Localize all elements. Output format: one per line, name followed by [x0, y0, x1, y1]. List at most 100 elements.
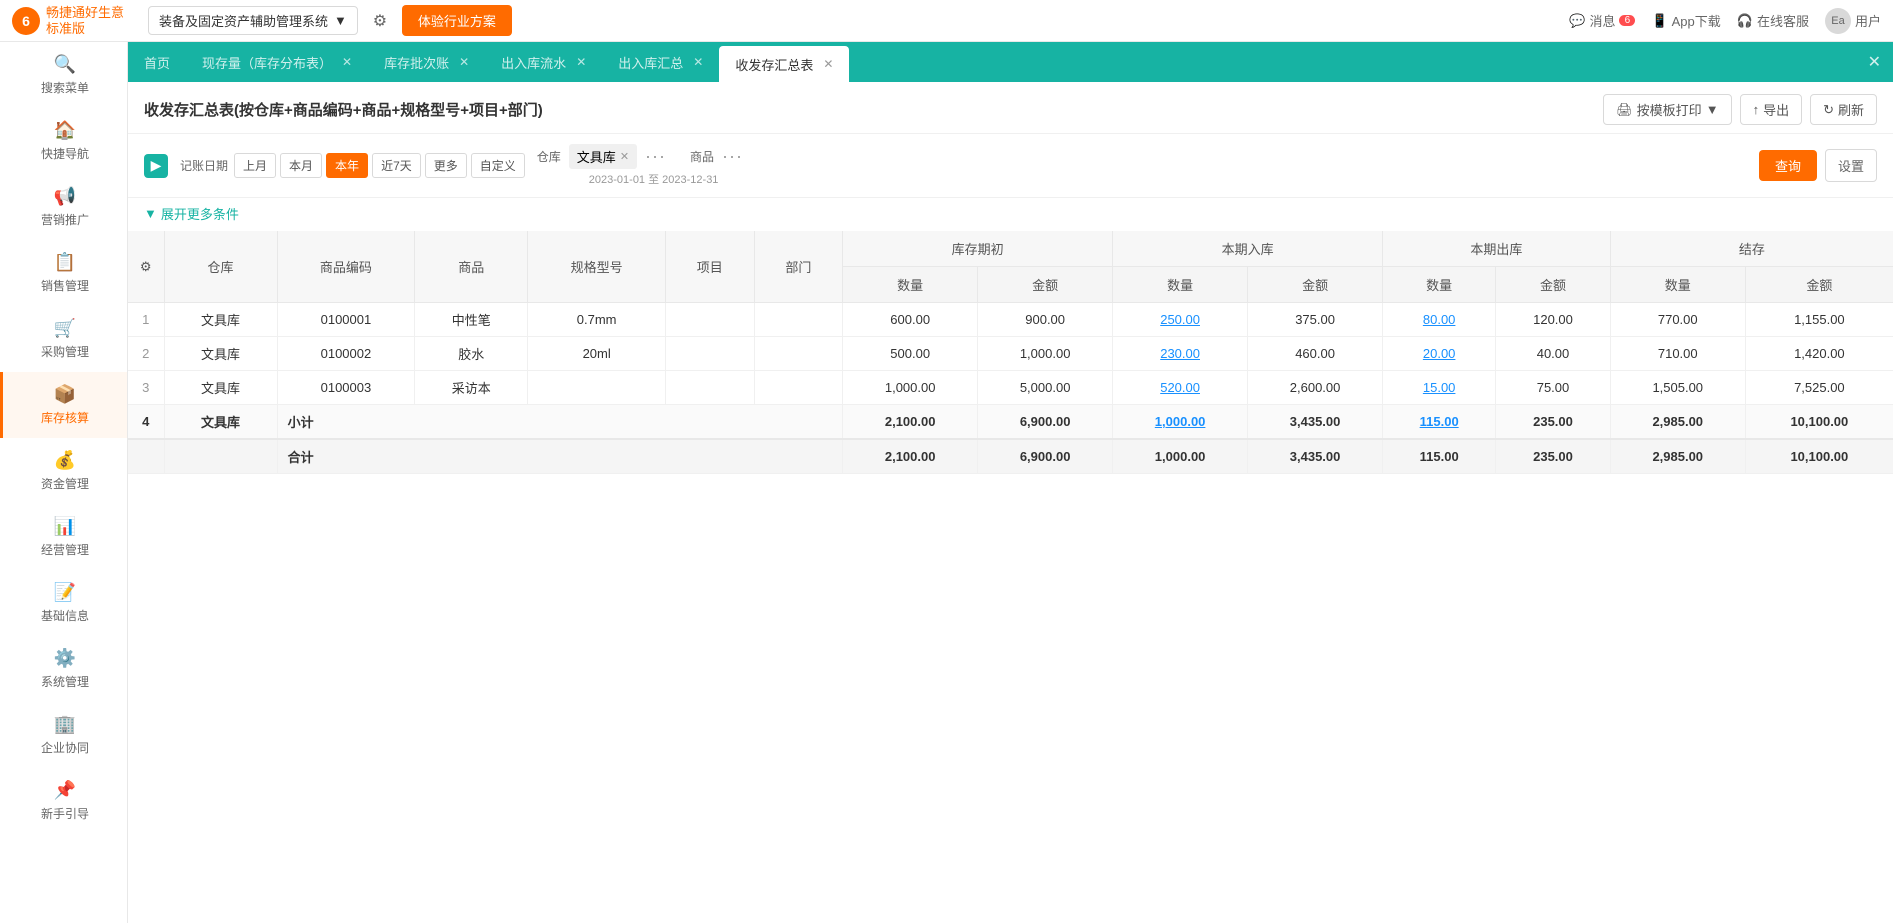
user-item[interactable]: Ea 用户: [1825, 8, 1881, 34]
total-bal-qty: 2,985.00: [1610, 439, 1745, 474]
row-out-qty[interactable]: 15.00: [1383, 371, 1496, 405]
phone-icon: 📱: [1651, 13, 1667, 29]
date-btn-last-month[interactable]: 上月: [234, 153, 276, 178]
sidebar-item-quick[interactable]: 🏠 快捷导航: [0, 108, 127, 174]
tab-batch[interactable]: 库存批次账 ✕: [368, 42, 485, 82]
tab-close-icon[interactable]: ✕: [693, 55, 703, 69]
filter-toggle-button[interactable]: ▶: [144, 154, 168, 178]
settings-button[interactable]: 设置: [1825, 149, 1877, 182]
tab-inout-flow[interactable]: 出入库流水 ✕: [485, 42, 602, 82]
chevron-down-icon: ▼: [1706, 102, 1719, 117]
export-button[interactable]: ↑ 导出: [1740, 94, 1803, 125]
row-in-qty[interactable]: 230.00: [1113, 337, 1248, 371]
page-header: 收发存汇总表(按仓库+商品编码+商品+规格型号+项目+部门) 🖨 按模板打印 ▼…: [128, 82, 1893, 134]
gear-button[interactable]: ⚙: [366, 7, 394, 35]
online-service-item[interactable]: 🎧 在线客服: [1737, 11, 1809, 30]
th-bal-qty: 数量: [1610, 267, 1745, 303]
date-btn-more[interactable]: 更多: [425, 153, 467, 178]
expand-icon: ▼: [144, 206, 157, 221]
sidebar-item-label: 销售管理: [41, 277, 89, 294]
tab-home[interactable]: 首页: [128, 42, 186, 82]
sidebar-item-inventory[interactable]: 📦 库存核算: [0, 372, 127, 438]
row-number: 1: [128, 303, 164, 337]
sidebar-item-basic[interactable]: 📝 基础信息: [0, 570, 127, 636]
expand-conditions-button[interactable]: ▼ 展开更多条件: [144, 204, 239, 223]
subtotal-row: 4 文具库 小计 2,100.00 6,900.00 1,000.00 3,43…: [128, 405, 1893, 440]
goods-filter-label: 商品: [690, 148, 714, 165]
sidebar-item-label: 企业协同: [41, 739, 89, 756]
row-open-amt: 1,000.00: [978, 337, 1113, 371]
total-in-qty: 1,000.00: [1113, 439, 1248, 474]
row-dept: [754, 337, 843, 371]
sidebar-item-corp[interactable]: 🏢 企业协同: [0, 702, 127, 768]
row-out-qty[interactable]: 80.00: [1383, 303, 1496, 337]
sidebar-item-search[interactable]: 🔍 搜索菜单: [0, 42, 127, 108]
date-btn-7days[interactable]: 近7天: [372, 153, 421, 178]
sidebar-item-purchase[interactable]: 🛒 采购管理: [0, 306, 127, 372]
th-goods-code: 商品编码: [277, 231, 415, 303]
sidebar-item-marketing[interactable]: 📢 营销推广: [0, 174, 127, 240]
date-btn-custom[interactable]: 自定义: [471, 153, 525, 178]
sidebar-item-finance[interactable]: 💰 资金管理: [0, 438, 127, 504]
headset-icon: 🎧: [1737, 13, 1753, 29]
warehouse-filter-more[interactable]: ···: [645, 146, 666, 167]
row-open-qty: 500.00: [843, 337, 978, 371]
tab-close-icon[interactable]: ✕: [342, 55, 352, 69]
chevron-down-icon: ▼: [334, 13, 347, 28]
logo-icon: 6: [12, 7, 40, 35]
total-bal-amt: 10,100.00: [1745, 439, 1893, 474]
date-btn-this-year[interactable]: 本年: [326, 153, 368, 178]
refresh-button[interactable]: ↻ 刷新: [1810, 94, 1877, 125]
row-in-amt: 2,600.00: [1248, 371, 1383, 405]
tab-close-icon[interactable]: ✕: [459, 55, 469, 69]
system-selector[interactable]: 装备及固定资产辅助管理系统 ▼: [148, 6, 358, 35]
message-item[interactable]: 💬 消息 6: [1569, 11, 1635, 30]
message-icon: 💬: [1569, 13, 1585, 29]
tab-close-icon[interactable]: ✕: [823, 57, 833, 71]
warehouse-tag-close[interactable]: ✕: [620, 150, 629, 163]
tab-stock-dist[interactable]: 现存量（库存分布表） ✕: [186, 42, 368, 82]
row-out-amt: 40.00: [1496, 337, 1611, 371]
th-bal-amt: 金额: [1745, 267, 1893, 303]
page-title: 收发存汇总表(按仓库+商品编码+商品+规格型号+项目+部门): [144, 99, 543, 120]
print-button[interactable]: 🖨 按模板打印 ▼: [1603, 94, 1731, 125]
sidebar-item-system[interactable]: ⚙️ 系统管理: [0, 636, 127, 702]
subtotal-bal-amt: 10,100.00: [1745, 405, 1893, 440]
inventory-icon: 📦: [54, 384, 76, 405]
sidebar-item-operations[interactable]: 📊 经营管理: [0, 504, 127, 570]
tab-close-icon[interactable]: ✕: [576, 55, 586, 69]
tab-inout-summary[interactable]: 出入库汇总 ✕: [602, 42, 719, 82]
sidebar-item-sales[interactable]: 📋 销售管理: [0, 240, 127, 306]
row-in-qty[interactable]: 250.00: [1113, 303, 1248, 337]
row-out-qty[interactable]: 20.00: [1383, 337, 1496, 371]
total-row: 合计 2,100.00 6,900.00 1,000.00 3,435.00 1…: [128, 439, 1893, 474]
row-warehouse: 文具库: [164, 337, 277, 371]
goods-filter-more[interactable]: ···: [722, 146, 743, 167]
row-number: 3: [128, 371, 164, 405]
th-warehouse: 仓库: [164, 231, 277, 303]
tab-bar: 首页 现存量（库存分布表） ✕ 库存批次账 ✕ 出入库流水 ✕ 出入库汇总 ✕ …: [128, 42, 1893, 82]
total-empty2: [164, 439, 277, 474]
date-btn-this-month[interactable]: 本月: [280, 153, 322, 178]
sidebar-item-newbie[interactable]: 📌 新手引导: [0, 768, 127, 834]
date-filter-group: 记账日期 上月 本月 本年 近7天 更多 自定义: [180, 153, 525, 178]
sales-icon: 📋: [54, 252, 76, 273]
row-code: 0100001: [277, 303, 415, 337]
content-area: 首页 现存量（库存分布表） ✕ 库存批次账 ✕ 出入库流水 ✕ 出入库汇总 ✕ …: [128, 42, 1893, 923]
subtotal-in-qty[interactable]: 1,000.00: [1113, 405, 1248, 440]
row-spec: 20ml: [528, 337, 666, 371]
search-icon: 🔍: [54, 54, 76, 75]
subtotal-open-amt: 6,900.00: [978, 405, 1113, 440]
subtotal-out-qty[interactable]: 115.00: [1383, 405, 1496, 440]
query-button[interactable]: 查询: [1759, 150, 1817, 181]
row-in-qty[interactable]: 520.00: [1113, 371, 1248, 405]
th-settings: ⚙: [128, 231, 164, 303]
tab-recv-send[interactable]: 收发存汇总表 ✕: [719, 46, 849, 82]
top-bar-right: 💬 消息 6 📱 App下载 🎧 在线客服 Ea 用户: [1569, 8, 1881, 34]
row-project: [665, 337, 754, 371]
app-download-item[interactable]: 📱 App下载: [1651, 11, 1720, 30]
try-button[interactable]: 体验行业方案: [402, 5, 512, 36]
tab-bar-close-button[interactable]: ✕: [1856, 52, 1893, 72]
logo-text: 畅捷通好生意 标准版: [46, 5, 124, 36]
row-spec: 0.7mm: [528, 303, 666, 337]
